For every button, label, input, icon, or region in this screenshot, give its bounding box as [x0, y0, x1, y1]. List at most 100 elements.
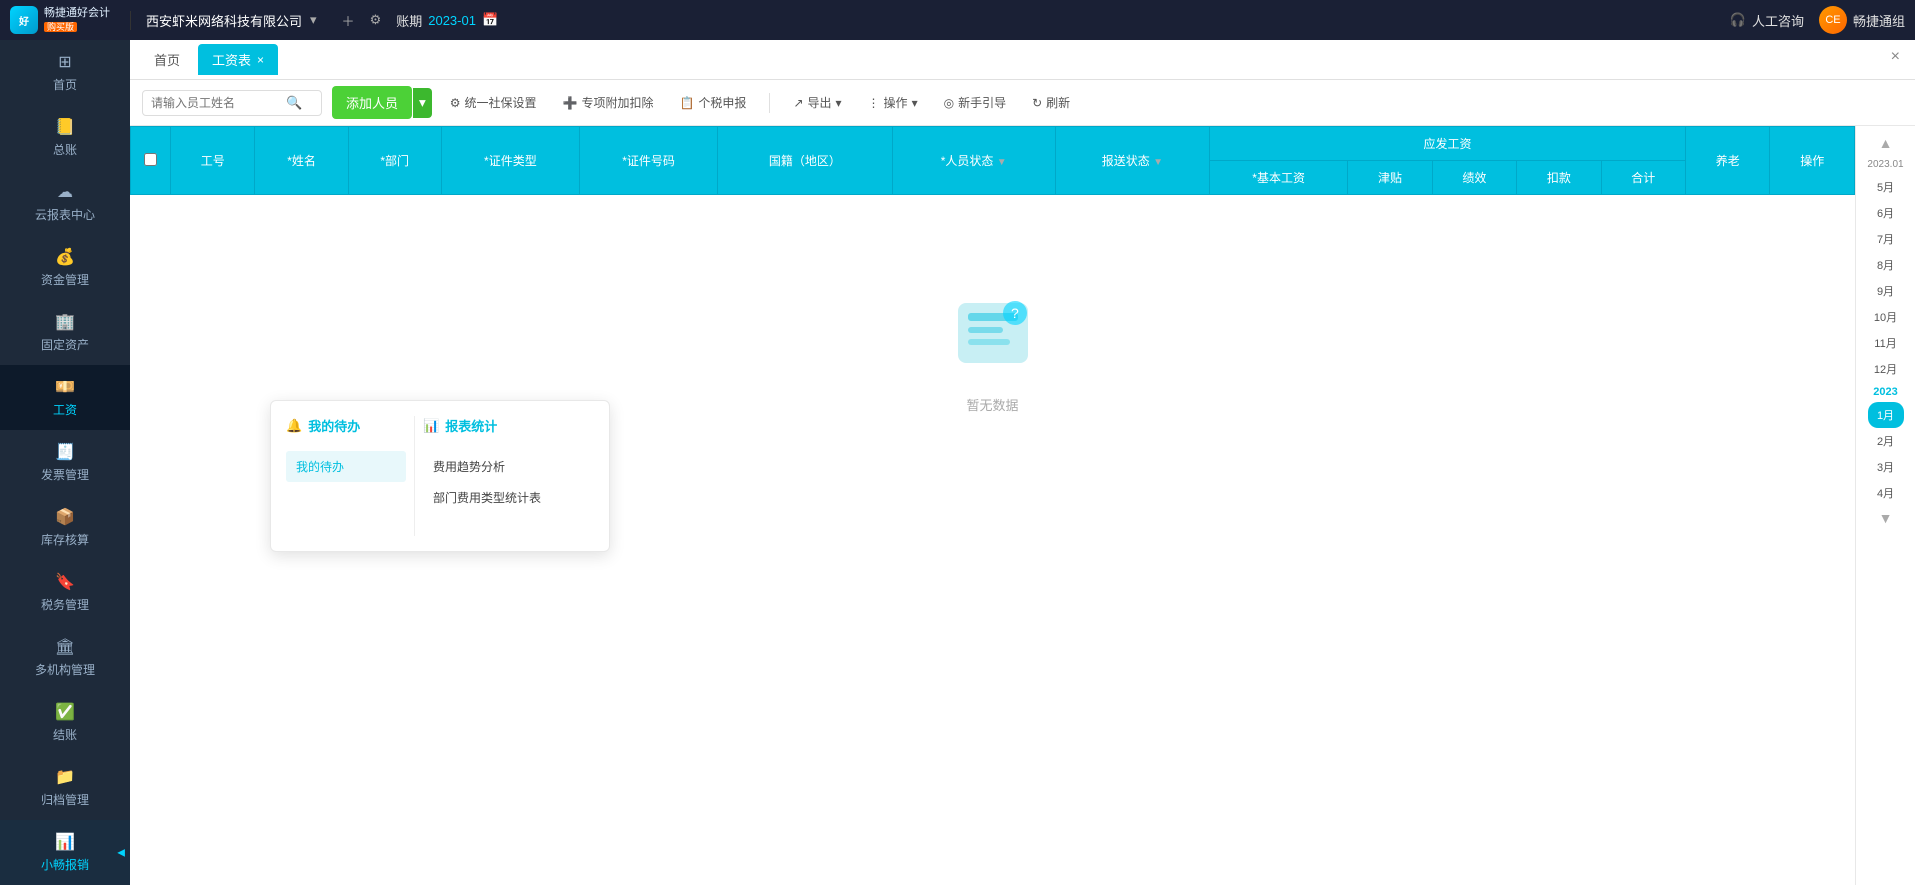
- timeline-down-nav[interactable]: ▼: [1875, 506, 1897, 530]
- sidebar-item-ledger[interactable]: 📒 总账: [0, 105, 130, 170]
- timeline-up-nav[interactable]: ▲: [1875, 131, 1897, 155]
- th-idno: *证件号码: [579, 127, 717, 195]
- operation-button[interactable]: ⋮ 操作 ▾: [860, 89, 926, 116]
- sidebar-label-fixed-assets: 固定资产: [41, 336, 89, 353]
- salary-icon: 💴: [55, 377, 75, 397]
- timeline-month-11[interactable]: 11月: [1856, 330, 1915, 356]
- xiao-chang-dropdown: 🔔 我的待办 我的待办 📊 报表统计 费用趋势分析: [270, 400, 610, 552]
- sidebar-label-salary: 工资: [53, 401, 77, 418]
- dropdown-col2: 📊 报表统计 费用趋势分析 部门费用类型统计表: [423, 416, 563, 513]
- export-button[interactable]: ↗ 导出 ▾: [785, 89, 849, 116]
- timeline-month-3[interactable]: 3月: [1856, 454, 1915, 480]
- toolbar-separator: [769, 93, 770, 113]
- sidebar-item-tax[interactable]: 🔖 税务管理: [0, 560, 130, 625]
- timeline-month-9[interactable]: 9月: [1856, 278, 1915, 304]
- dp-item-my-todo[interactable]: 我的待办: [286, 451, 406, 482]
- period-label: 账期: [396, 11, 422, 30]
- guide-label: 新手引导: [958, 94, 1006, 111]
- add-btn-dropdown[interactable]: ▾: [413, 88, 432, 118]
- sidebar-item-home[interactable]: ⊞ 首页: [0, 40, 130, 105]
- timeline-month-12[interactable]: 12月: [1856, 356, 1915, 382]
- sidebar-item-inventory[interactable]: 📦 库存核算: [0, 495, 130, 560]
- tab-close-icon[interactable]: ×: [257, 53, 264, 67]
- top-icons: ＋ ⚙: [342, 11, 382, 30]
- timeline-month-7[interactable]: 7月: [1856, 226, 1915, 252]
- fund-icon: 💰: [55, 247, 75, 267]
- social-icon: ⚙: [450, 96, 461, 110]
- add-btn-label: 添加人员: [346, 93, 398, 112]
- window-close-button[interactable]: ×: [1891, 48, 1900, 66]
- th-pension: 养老: [1685, 127, 1769, 195]
- special-deduction-button[interactable]: ➕ 专项附加扣除: [555, 89, 662, 116]
- sidebar-label-multi-org: 多机构管理: [35, 661, 95, 678]
- dp-item-expense-trend[interactable]: 费用趋势分析: [423, 451, 563, 482]
- period-value: 2023-01: [428, 13, 476, 28]
- timeline-month-6[interactable]: 6月: [1856, 200, 1915, 226]
- th-base-salary: *基本工资: [1210, 161, 1348, 195]
- th-total: 合计: [1601, 161, 1685, 195]
- guide-button[interactable]: ◎ 新手引导: [936, 89, 1015, 116]
- building-icon: 🏢: [55, 312, 75, 332]
- tax-report-button[interactable]: 📋 个税申报: [671, 89, 754, 116]
- calendar-icon[interactable]: 📅: [482, 12, 498, 28]
- search-input[interactable]: [151, 96, 281, 110]
- select-all-checkbox[interactable]: [144, 153, 157, 166]
- empty-text: 暂无数据: [966, 395, 1018, 414]
- sidebar-item-multi-org[interactable]: 🏛 多机构管理: [0, 625, 130, 690]
- top-bar: 好 畅捷通好会计 购买版 西安虾米网络科技有限公司 ▾ ＋ ⚙ 账期 2023-…: [0, 0, 1915, 40]
- timeline-month-10[interactable]: 10月: [1856, 304, 1915, 330]
- add-person-button[interactable]: 添加人员: [332, 86, 412, 119]
- sidebar-label-ledger: 总账: [53, 141, 77, 158]
- sidebar-item-cloud-report[interactable]: ☁ 云报表中心: [0, 170, 130, 235]
- service-area[interactable]: 🎧 人工咨询: [1730, 11, 1804, 30]
- th-allowance: 津贴: [1348, 161, 1432, 195]
- sidebar-label-fund: 资金管理: [41, 271, 89, 288]
- sidebar-item-invoice[interactable]: 🧾 发票管理: [0, 430, 130, 495]
- refresh-icon: ↻: [1032, 96, 1042, 110]
- sidebar-label-tax: 税务管理: [41, 596, 89, 613]
- th-checkbox[interactable]: [131, 127, 171, 195]
- company-name: 西安虾米网络科技有限公司: [146, 11, 302, 30]
- tax-report-label: 个税申报: [698, 94, 746, 111]
- social-label: 统一社保设置: [464, 94, 536, 111]
- right-timeline: ▲ 2023.01 5月 6月 7月 8月 9月 10月 11月 12月 202…: [1855, 126, 1915, 885]
- sidebar-item-xiao-chang[interactable]: 📊 小畅报销 ◀: [0, 820, 130, 885]
- chevron-down-icon[interactable]: ▾: [310, 12, 317, 28]
- dp-item-dept-expense[interactable]: 部门费用类型统计表: [423, 482, 563, 513]
- sidebar-item-fixed-assets[interactable]: 🏢 固定资产: [0, 300, 130, 365]
- sidebar-item-archive[interactable]: 📁 归档管理: [0, 755, 130, 820]
- settlement-icon: ✅: [55, 702, 75, 722]
- settings-icon[interactable]: ⚙: [370, 12, 382, 28]
- refresh-button[interactable]: ↻ 刷新: [1024, 89, 1078, 116]
- content-area: 首页 工资表 × × 🔍 添加人员 ▾ ⚙ 统一社保设置: [130, 40, 1915, 885]
- operation-dropdown-icon: ▾: [912, 96, 918, 110]
- tab-home[interactable]: 首页: [140, 44, 194, 75]
- user-area[interactable]: CE 畅捷通组: [1819, 6, 1905, 34]
- todo-icon: 🔔: [286, 418, 302, 434]
- add-icon[interactable]: ＋: [342, 11, 355, 30]
- tab-salary[interactable]: 工资表 ×: [198, 44, 278, 75]
- timeline-month-1-current[interactable]: 1月: [1868, 402, 1904, 428]
- sidebar-item-settlement[interactable]: ✅ 结账: [0, 690, 130, 755]
- th-empno: 工号: [171, 127, 255, 195]
- toolbar: 🔍 添加人员 ▾ ⚙ 统一社保设置 ➕ 专项附加扣除 📋 个税申报: [130, 80, 1915, 126]
- timeline-header: 2023.01: [1867, 155, 1903, 174]
- timeline-month-2[interactable]: 2月: [1856, 428, 1915, 454]
- sidebar-item-fund[interactable]: 💰 资金管理: [0, 235, 130, 300]
- dropdown-content: 🔔 我的待办 我的待办 📊 报表统计 费用趋势分析: [286, 416, 594, 536]
- social-insurance-button[interactable]: ⚙ 统一社保设置: [442, 89, 545, 116]
- dp-col2-title: 📊 报表统计: [423, 416, 563, 441]
- search-icon[interactable]: 🔍: [286, 95, 302, 111]
- dropdown-divider: [414, 416, 415, 536]
- period-area: 账期 2023-01 📅: [396, 11, 498, 30]
- archive-icon: 📁: [55, 767, 75, 787]
- sidebar-item-salary[interactable]: 💴 工资: [0, 365, 130, 430]
- company-selector[interactable]: 西安虾米网络科技有限公司 ▾: [130, 11, 332, 30]
- timeline-month-5[interactable]: 5月: [1856, 174, 1915, 200]
- stats-icon: 📊: [423, 418, 439, 434]
- th-name: *姓名: [255, 127, 348, 195]
- th-deduction: 扣款: [1517, 161, 1601, 195]
- timeline-month-8[interactable]: 8月: [1856, 252, 1915, 278]
- dp-col1-title: 🔔 我的待办: [286, 416, 406, 441]
- timeline-month-4[interactable]: 4月: [1856, 480, 1915, 506]
